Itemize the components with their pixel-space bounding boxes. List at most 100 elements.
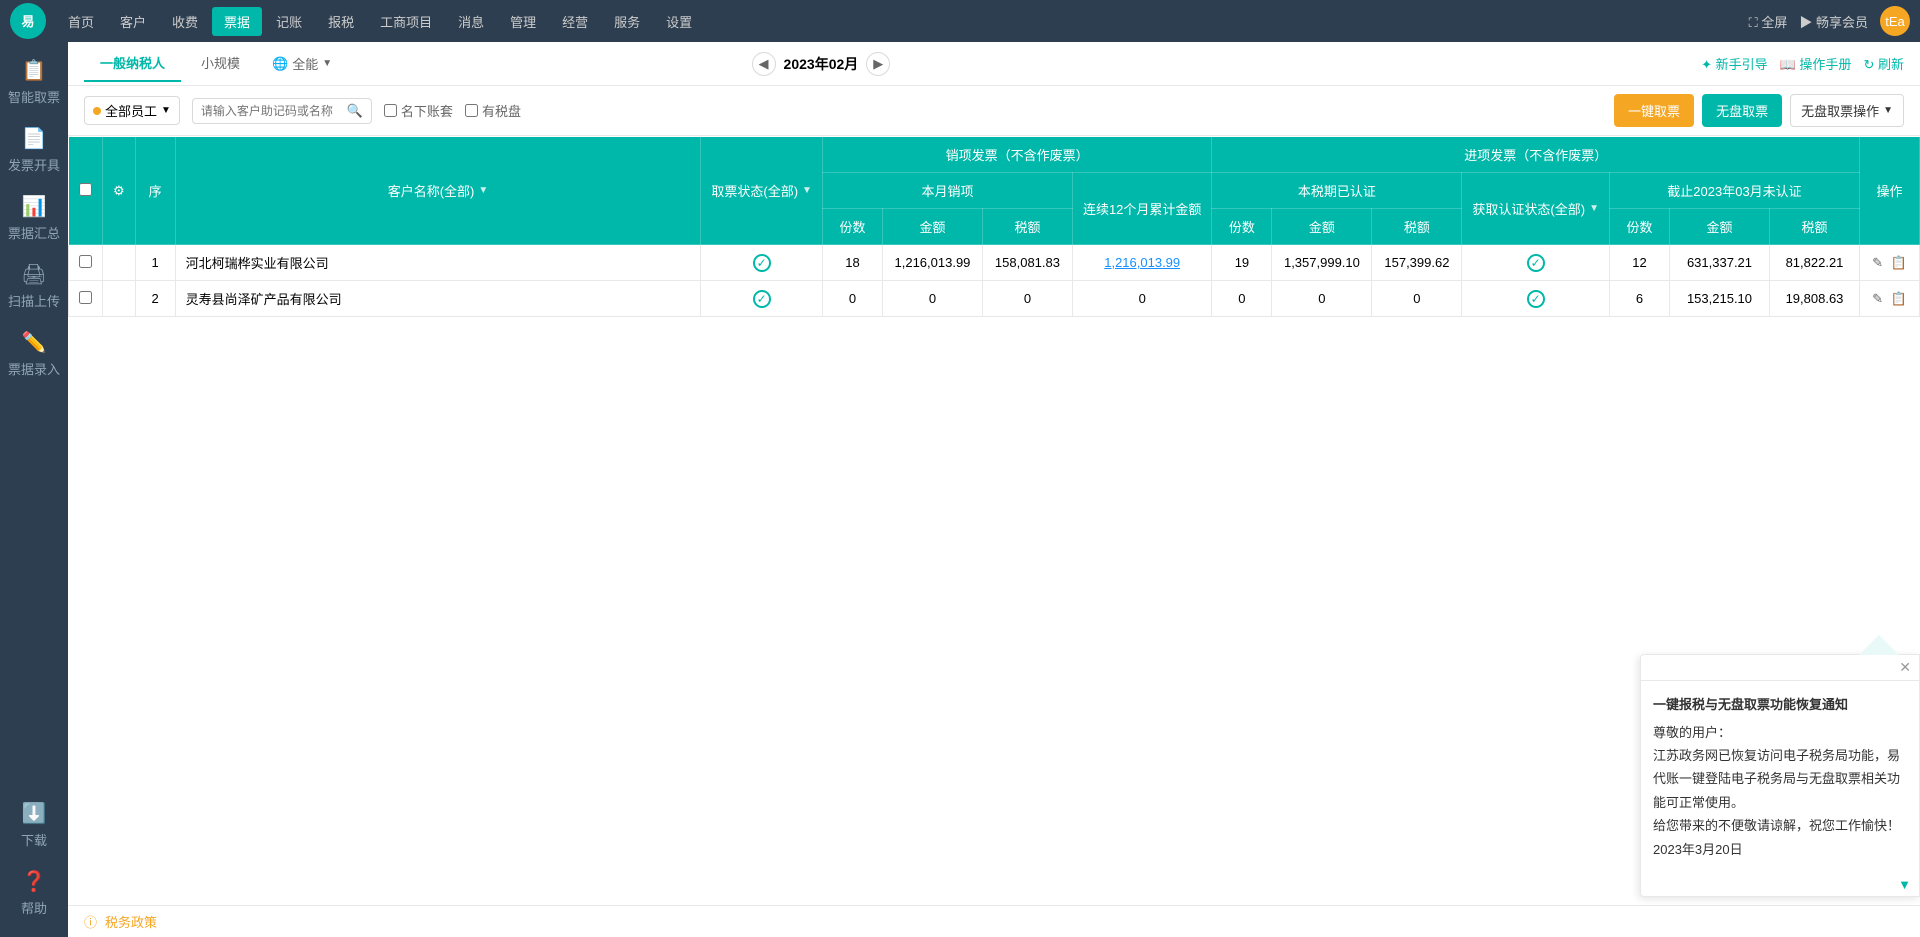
own-account-checkbox[interactable]: 名下账套 xyxy=(384,101,453,120)
th-customer-name[interactable]: 客户名称(全部) ▼ xyxy=(175,137,701,245)
search-icon[interactable]: 🔍 xyxy=(347,103,363,119)
nav-manage[interactable]: 管理 xyxy=(498,7,548,36)
th-pick-status[interactable]: 取票状态(全部) ▼ xyxy=(701,137,823,245)
chevron-down-icon: ▼ xyxy=(161,105,171,116)
nav-operation[interactable]: 经营 xyxy=(550,7,600,36)
one-key-pick-button[interactable]: 一键取票 xyxy=(1614,94,1694,127)
th-uncert-amount: 金额 xyxy=(1670,209,1770,245)
nav-tax[interactable]: 报税 xyxy=(316,7,366,36)
view-icon[interactable]: 📋 xyxy=(1891,255,1907,270)
row-uncert-tax: 81,822.21 xyxy=(1770,245,1860,281)
row-purchase-amount: 0 xyxy=(1272,281,1372,317)
row-sales-tax: 0 xyxy=(982,281,1072,317)
sidebar-item-invoice-open[interactable]: 📄 发票开具 xyxy=(4,118,64,182)
sidebar-item-help[interactable]: ❓ 帮助 xyxy=(4,861,64,925)
edit-icon[interactable]: ✎ xyxy=(1872,291,1883,306)
pick-status-filter-icon[interactable]: ▼ xyxy=(802,185,812,196)
next-month-button[interactable]: ▶ xyxy=(866,52,890,76)
top-nav-right-actions: ⛶ 全屏 ▶ 畅享会员 tEa xyxy=(1749,6,1910,36)
guide-button[interactable]: ✦ 新手引导 xyxy=(1701,54,1768,73)
nav-ticket[interactable]: 票据 xyxy=(212,7,262,36)
row-purchase-tax: 0 xyxy=(1372,281,1462,317)
chevron-down-icon: ▼ xyxy=(1883,105,1893,116)
edit-icon[interactable]: ✎ xyxy=(1872,255,1883,270)
more-ops-button[interactable]: 无盘取票操作 ▼ xyxy=(1790,94,1904,127)
th-before-mar-2023: 截止2023年03月未认证 xyxy=(1610,173,1860,209)
svg-text:易: 易 xyxy=(21,14,34,29)
nav-fee[interactable]: 收费 xyxy=(160,7,210,36)
smart-pick-icon: 📋 xyxy=(22,58,47,83)
tax-policy-link[interactable]: 税务政策 xyxy=(105,912,157,931)
own-account-check[interactable] xyxy=(384,104,397,117)
tab-general-taxpayer[interactable]: 一般纳税人 xyxy=(84,45,181,82)
th-purchase-count: 份数 xyxy=(1212,209,1272,245)
notification-body: 一键报税与无盘取票功能恢复通知 尊敬的用户： 江苏政务网已恢复访问电子税务局功能… xyxy=(1641,681,1919,873)
sidebar-item-label: 下载 xyxy=(21,830,47,849)
row-uncert-count: 6 xyxy=(1610,281,1670,317)
notification-scroll-down-button[interactable]: ▼ xyxy=(1898,877,1911,892)
row-uncert-count: 12 xyxy=(1610,245,1670,281)
row-sales-cumulative: 0 xyxy=(1072,281,1211,317)
employee-dot xyxy=(93,107,101,115)
customer-search-input[interactable] xyxy=(201,104,343,118)
sidebar-item-scan-upload[interactable]: 🖨 扫描上传 xyxy=(4,254,64,318)
sidebar-item-smart-pick[interactable]: 📋 智能取票 xyxy=(4,50,64,114)
manual-button[interactable]: 📖 操作手册 xyxy=(1780,54,1852,73)
employee-filter[interactable]: 全部员工 ▼ xyxy=(84,96,180,125)
row-no: 1 xyxy=(135,245,175,281)
has-tax-disk-checkbox[interactable]: 有税盘 xyxy=(465,101,521,120)
fullscreen-button[interactable]: ⛶ 全屏 xyxy=(1749,12,1788,31)
row-purchase-count: 0 xyxy=(1212,281,1272,317)
nav-settings[interactable]: 设置 xyxy=(654,7,704,36)
row-checkbox[interactable] xyxy=(69,281,103,317)
row-purchase-amount: 1,357,999.10 xyxy=(1272,245,1372,281)
customer-filter-icon[interactable]: ▼ xyxy=(478,185,488,196)
row-customer-name: 河北柯瑞桦实业有限公司 xyxy=(175,245,701,281)
th-this-period-certified: 本税期已认证 xyxy=(1212,173,1462,209)
view-icon[interactable]: 📋 xyxy=(1891,291,1907,306)
row-certify-status: ✓ xyxy=(1462,281,1610,317)
user-avatar[interactable]: tEa xyxy=(1880,6,1910,36)
notification-date: 2023年3月20日 xyxy=(1653,838,1907,861)
th-sales-count: 份数 xyxy=(822,209,882,245)
certify-filter-icon[interactable]: ▼ xyxy=(1589,203,1599,214)
filter-right-buttons: 一键取票 无盘取票 无盘取票操作 ▼ xyxy=(1614,94,1904,127)
sidebar-item-invoice-summary[interactable]: 📊 票据汇总 xyxy=(4,186,64,250)
th-sales-amount: 金额 xyxy=(882,209,982,245)
row-checkbox[interactable] xyxy=(69,245,103,281)
certify-status-check-icon: ✓ xyxy=(1527,254,1545,272)
row-certify-status: ✓ xyxy=(1462,245,1610,281)
select-all-checkbox[interactable] xyxy=(79,183,92,196)
th-cumulative: 连续12个月累计金额 xyxy=(1072,173,1211,245)
nav-bookkeeping[interactable]: 记账 xyxy=(264,7,314,36)
no-disk-pick-button[interactable]: 无盘取票 xyxy=(1702,94,1782,127)
all-icon: 🌐 xyxy=(272,56,288,72)
th-sales-tax: 税额 xyxy=(982,209,1072,245)
sidebar-item-invoice-entry[interactable]: ✏️ 票据录入 xyxy=(4,322,64,386)
vip-button[interactable]: ▶ 畅享会员 xyxy=(1799,12,1868,31)
row-uncert-amount: 153,215.10 xyxy=(1670,281,1770,317)
scan-upload-icon: 🖨 xyxy=(21,262,46,287)
nav-message[interactable]: 消息 xyxy=(446,7,496,36)
setting-icon[interactable]: ⚙ xyxy=(113,183,125,198)
th-certify-status[interactable]: 获取认证状态(全部) ▼ xyxy=(1462,173,1610,245)
notification-close-button[interactable]: ✕ xyxy=(1899,659,1911,676)
nav-service[interactable]: 服务 xyxy=(602,7,652,36)
tab-small-scale[interactable]: 小规模 xyxy=(185,45,256,82)
row-ops: ✎ 📋 xyxy=(1860,281,1920,317)
tab-all[interactable]: 🌐 全能 ▼ xyxy=(260,48,344,79)
nav-business[interactable]: 工商项目 xyxy=(368,7,444,36)
prev-month-button[interactable]: ◀ xyxy=(752,52,776,76)
th-uncert-count: 份数 xyxy=(1610,209,1670,245)
refresh-button[interactable]: ↻ 刷新 xyxy=(1863,54,1904,73)
has-tax-disk-check[interactable] xyxy=(465,104,478,117)
sidebar-item-download[interactable]: ⬇️ 下载 xyxy=(4,793,64,857)
customer-search-box[interactable]: 🔍 xyxy=(192,98,372,124)
sidebar-item-label: 票据汇总 xyxy=(8,223,60,242)
invoice-table: ⚙ 序 客户名称(全部) ▼ 取票状态(全部) ▼ xyxy=(68,136,1920,317)
cumulative-link[interactable]: 1,216,013.99 xyxy=(1104,255,1180,270)
sidebar-item-label: 票据录入 xyxy=(8,359,60,378)
nav-home[interactable]: 首页 xyxy=(56,7,106,36)
app-logo[interactable]: 易 xyxy=(10,3,46,39)
nav-customer[interactable]: 客户 xyxy=(108,7,158,36)
